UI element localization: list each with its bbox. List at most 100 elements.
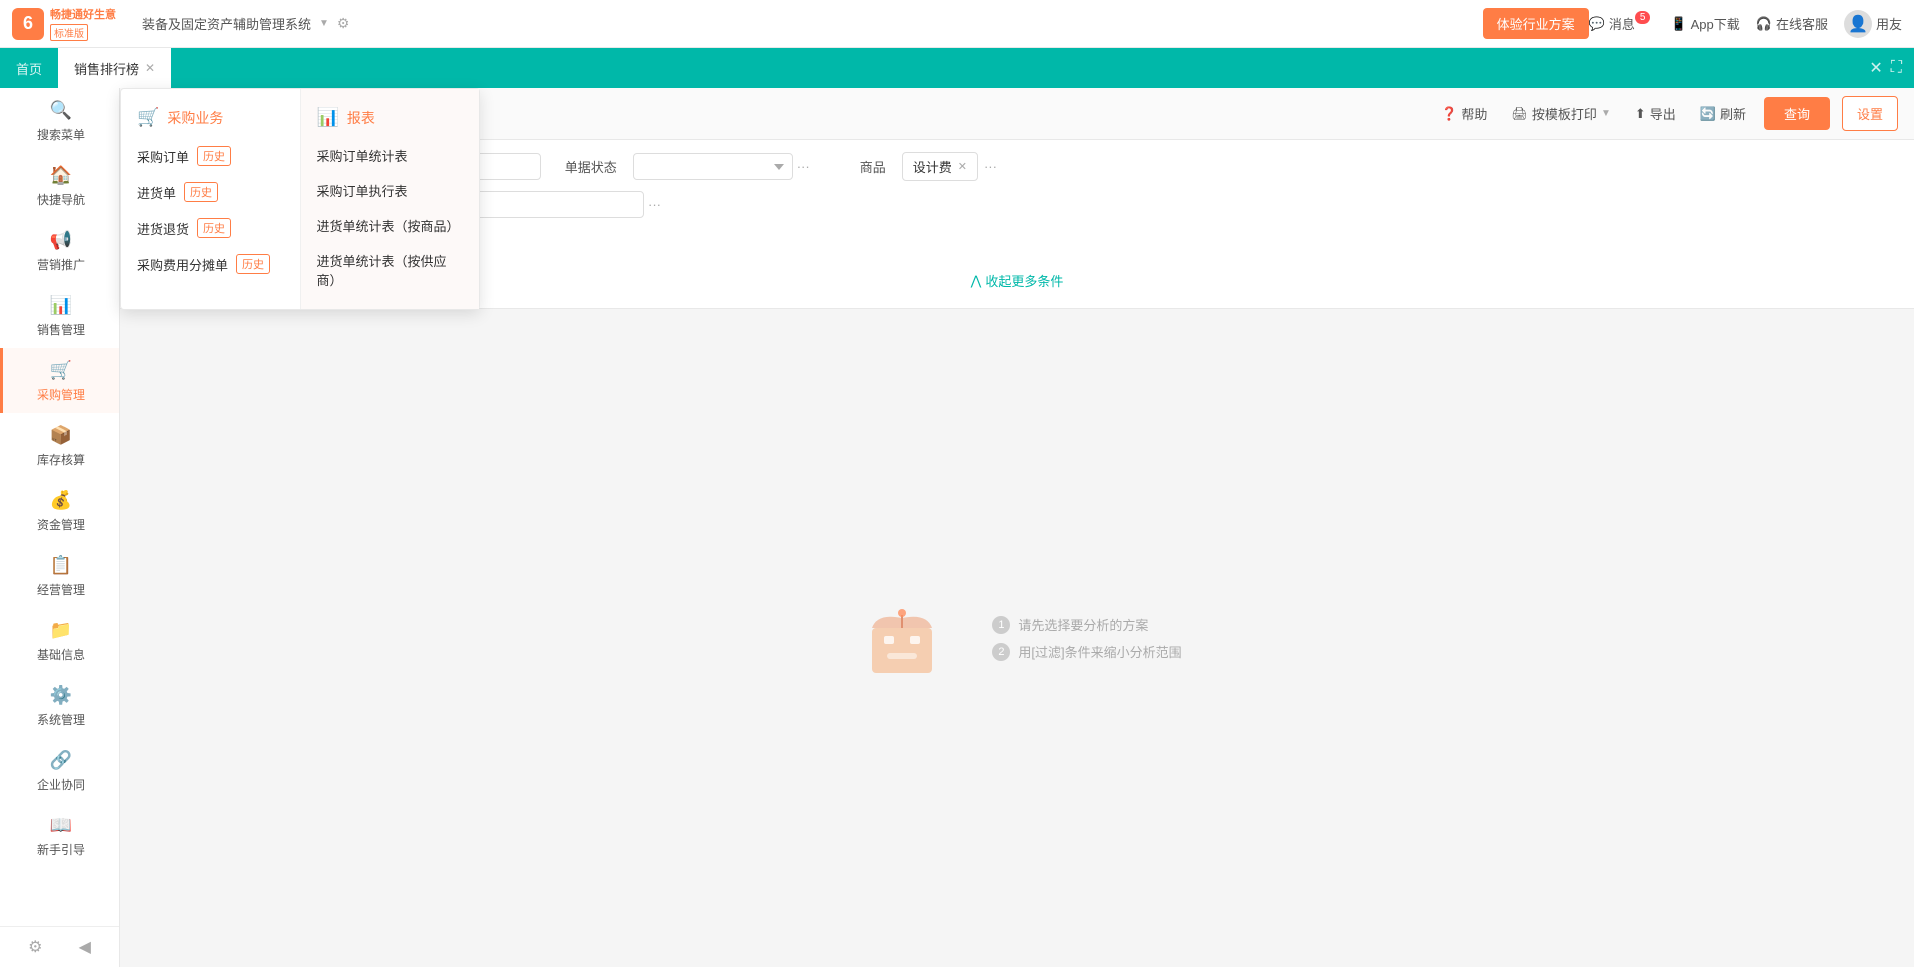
dropdown-report-order-stats[interactable]: 采购订单统计表 — [301, 138, 480, 173]
sidebar-item-sales[interactable]: 📊 销售管理 — [0, 283, 119, 348]
dropdown-report-incoming-by-product[interactable]: 进货单统计表（按商品） — [301, 208, 480, 243]
settings-bottom-icon[interactable]: ⚙ — [28, 937, 42, 957]
voucher-status-select[interactable] — [633, 153, 793, 180]
empty-illustration — [852, 593, 952, 683]
print-btn[interactable]: 🖨 按模板打印 ▼ — [1505, 100, 1616, 127]
headset-icon: 🎧 — [1756, 16, 1772, 32]
dropdown-purchase-col: 🛒 采购业务 采购订单 历史 进货单 历史 进货退货 历史 采购费用分摊单 历史 — [121, 89, 301, 309]
empty-state: 1 请先选择要分析的方案 2 用[过滤]条件来缩小分析范围 — [120, 309, 1914, 967]
logo-text: 畅捷通好生意 标准版 — [50, 6, 116, 41]
sidebar-item-marketing[interactable]: 📢 营销推广 — [0, 218, 119, 283]
voucher-status-more[interactable]: ··· — [797, 159, 810, 174]
refresh-btn[interactable]: 🔄 刷新 — [1694, 100, 1752, 127]
print-icon: 🖨 — [1511, 106, 1528, 122]
export-icon: ⬆ — [1635, 106, 1646, 122]
tab-close-all-icon[interactable]: ✕ — [1869, 58, 1882, 78]
marketing-icon: 📢 — [50, 230, 72, 251]
sidebar-bottom: ⚙ ◀ — [0, 926, 119, 967]
tab-home[interactable]: 首页 — [0, 48, 58, 88]
user-avatar: 👤 — [1844, 10, 1872, 38]
report-col-icon: 📊 — [317, 107, 339, 128]
system-title-area: 装备及固定资产辅助管理系统 ▼ ⚙ — [142, 14, 1483, 33]
tab-sales-rank[interactable]: 销售排行榜 ✕ — [58, 48, 171, 88]
empty-tip-2: 2 用[过滤]条件来缩小分析范围 — [992, 642, 1181, 661]
system-settings-icon[interactable]: ⚙ — [337, 15, 350, 32]
refresh-icon: 🔄 — [1700, 106, 1716, 122]
online-service-label: 在线客服 — [1776, 14, 1828, 33]
salesperson-area: ··· — [464, 191, 661, 218]
sidebar-item-operation[interactable]: 📋 经营管理 — [0, 543, 119, 608]
dropdown-report-col: 📊 报表 采购订单统计表 采购订单执行表 进货单统计表（按商品） 进货单统计表（… — [301, 89, 480, 309]
operation-icon: 📋 — [50, 555, 72, 576]
tab-maximize-icon[interactable]: ⛶ — [1891, 59, 1902, 77]
export-btn[interactable]: ⬆ 导出 — [1629, 100, 1682, 127]
dropdown-purchase-order[interactable]: 采购订单 历史 — [121, 138, 300, 174]
dropdown-purchase-return[interactable]: 进货退货 历史 — [121, 210, 300, 246]
sidebar: 🔍 搜索菜单 🏠 快捷导航 📢 营销推广 📊 销售管理 🛒 采购管理 📦 库存核… — [0, 88, 120, 967]
dropdown-purchase-incoming[interactable]: 进货单 历史 — [121, 174, 300, 210]
dropdown-purchase-cost[interactable]: 采购费用分摊单 历史 — [121, 246, 300, 282]
dropdown-menu: 🛒 采购业务 采购订单 历史 进货单 历史 进货退货 历史 采购费用分摊单 历史… — [120, 88, 480, 310]
product-tag: 设计费 ✕ — [902, 152, 978, 181]
empty-tip-1: 1 请先选择要分析的方案 — [992, 615, 1181, 634]
sidebar-item-quick-nav[interactable]: 🏠 快捷导航 — [0, 153, 119, 218]
sidebar-item-search[interactable]: 🔍 搜索菜单 — [0, 88, 119, 153]
app-download-label: App下载 — [1691, 14, 1740, 33]
industry-btn[interactable]: 体验行业方案 — [1483, 8, 1589, 39]
message-badge: 5 — [1635, 11, 1651, 24]
top-header: 6 畅捷通好生意 标准版 装备及固定资产辅助管理系统 ▼ ⚙ 体验行业方案 💬 … — [0, 0, 1914, 48]
message-btn[interactable]: 💬 消息 5 — [1589, 14, 1655, 33]
query-btn[interactable]: 查询 — [1764, 97, 1830, 130]
tip-num-1: 1 — [992, 616, 1010, 634]
user-label: 用友 — [1876, 14, 1902, 33]
tab-close-icon[interactable]: ✕ — [145, 61, 155, 75]
user-btn[interactable]: 👤 用友 — [1844, 10, 1902, 38]
header-right: 💬 消息 5 📱 App下载 🎧 在线客服 👤 用友 — [1589, 10, 1902, 38]
home-icon: 🏠 — [50, 165, 72, 186]
tip-num-2: 2 — [992, 643, 1010, 661]
sidebar-item-inventory[interactable]: 📦 库存核算 — [0, 413, 119, 478]
sidebar-item-system[interactable]: ⚙️ 系统管理 — [0, 673, 119, 738]
system-title-text: 装备及固定资产辅助管理系统 — [142, 14, 311, 33]
sidebar-item-base-info[interactable]: 📁 基础信息 — [0, 608, 119, 673]
system-title-dropdown-icon[interactable]: ▼ — [319, 18, 329, 29]
message-icon: 💬 — [1589, 16, 1605, 32]
tab-bar-right: ✕ ⛶ — [1869, 58, 1914, 78]
dropdown-report-incoming-by-supplier[interactable]: 进货单统计表（按供应商） — [301, 243, 480, 297]
voucher-status-area: ··· — [633, 153, 810, 180]
tab-bar: 首页 销售排行榜 ✕ ✕ ⛶ — [0, 48, 1914, 88]
product-more[interactable]: ··· — [984, 159, 997, 174]
dropdown-purchase-title: 🛒 采购业务 — [121, 101, 300, 138]
guide-icon: 📖 — [50, 815, 72, 836]
logo-icon: 6 — [12, 8, 44, 40]
purchase-icon: 🛒 — [50, 360, 72, 381]
salesperson-input[interactable] — [464, 191, 644, 218]
collapse-sidebar-icon[interactable]: ◀ — [79, 937, 91, 957]
search-icon: 🔍 — [50, 100, 72, 121]
app-download-btn[interactable]: 📱 App下载 — [1670, 14, 1739, 33]
sidebar-item-finance[interactable]: 💰 资金管理 — [0, 478, 119, 543]
sales-icon: 📊 — [50, 295, 72, 316]
phone-icon: 📱 — [1670, 16, 1686, 32]
sidebar-item-enterprise[interactable]: 🔗 企业协同 — [0, 738, 119, 803]
enterprise-icon: 🔗 — [50, 750, 72, 771]
dropdown-report-order-exec[interactable]: 采购订单执行表 — [301, 173, 480, 208]
help-btn[interactable]: ❓ 帮助 — [1435, 100, 1493, 127]
product-tag-close[interactable]: ✕ — [958, 160, 967, 173]
message-label: 消息 — [1609, 14, 1635, 33]
system-icon: ⚙️ — [50, 685, 72, 706]
print-dropdown-icon[interactable]: ▼ — [1601, 108, 1611, 119]
voucher-status-label: 单据状态 — [557, 157, 617, 176]
sidebar-item-purchase[interactable]: 🛒 采购管理 — [0, 348, 119, 413]
online-service-btn[interactable]: 🎧 在线客服 — [1756, 14, 1828, 33]
inventory-icon: 📦 — [50, 425, 72, 446]
settings-btn[interactable]: 设置 — [1842, 96, 1898, 131]
empty-tips: 1 请先选择要分析的方案 2 用[过滤]条件来缩小分析范围 — [992, 615, 1181, 661]
finance-icon: 💰 — [50, 490, 72, 511]
empty-state-content: 1 请先选择要分析的方案 2 用[过滤]条件来缩小分析范围 — [852, 593, 1181, 683]
dropdown-report-title: 📊 报表 — [301, 101, 480, 138]
salesperson-more[interactable]: ··· — [648, 197, 661, 212]
collapse-arrow-icon: ⋀ — [971, 273, 982, 289]
base-info-icon: 📁 — [50, 620, 72, 641]
sidebar-item-guide[interactable]: 📖 新手引导 — [0, 803, 119, 868]
